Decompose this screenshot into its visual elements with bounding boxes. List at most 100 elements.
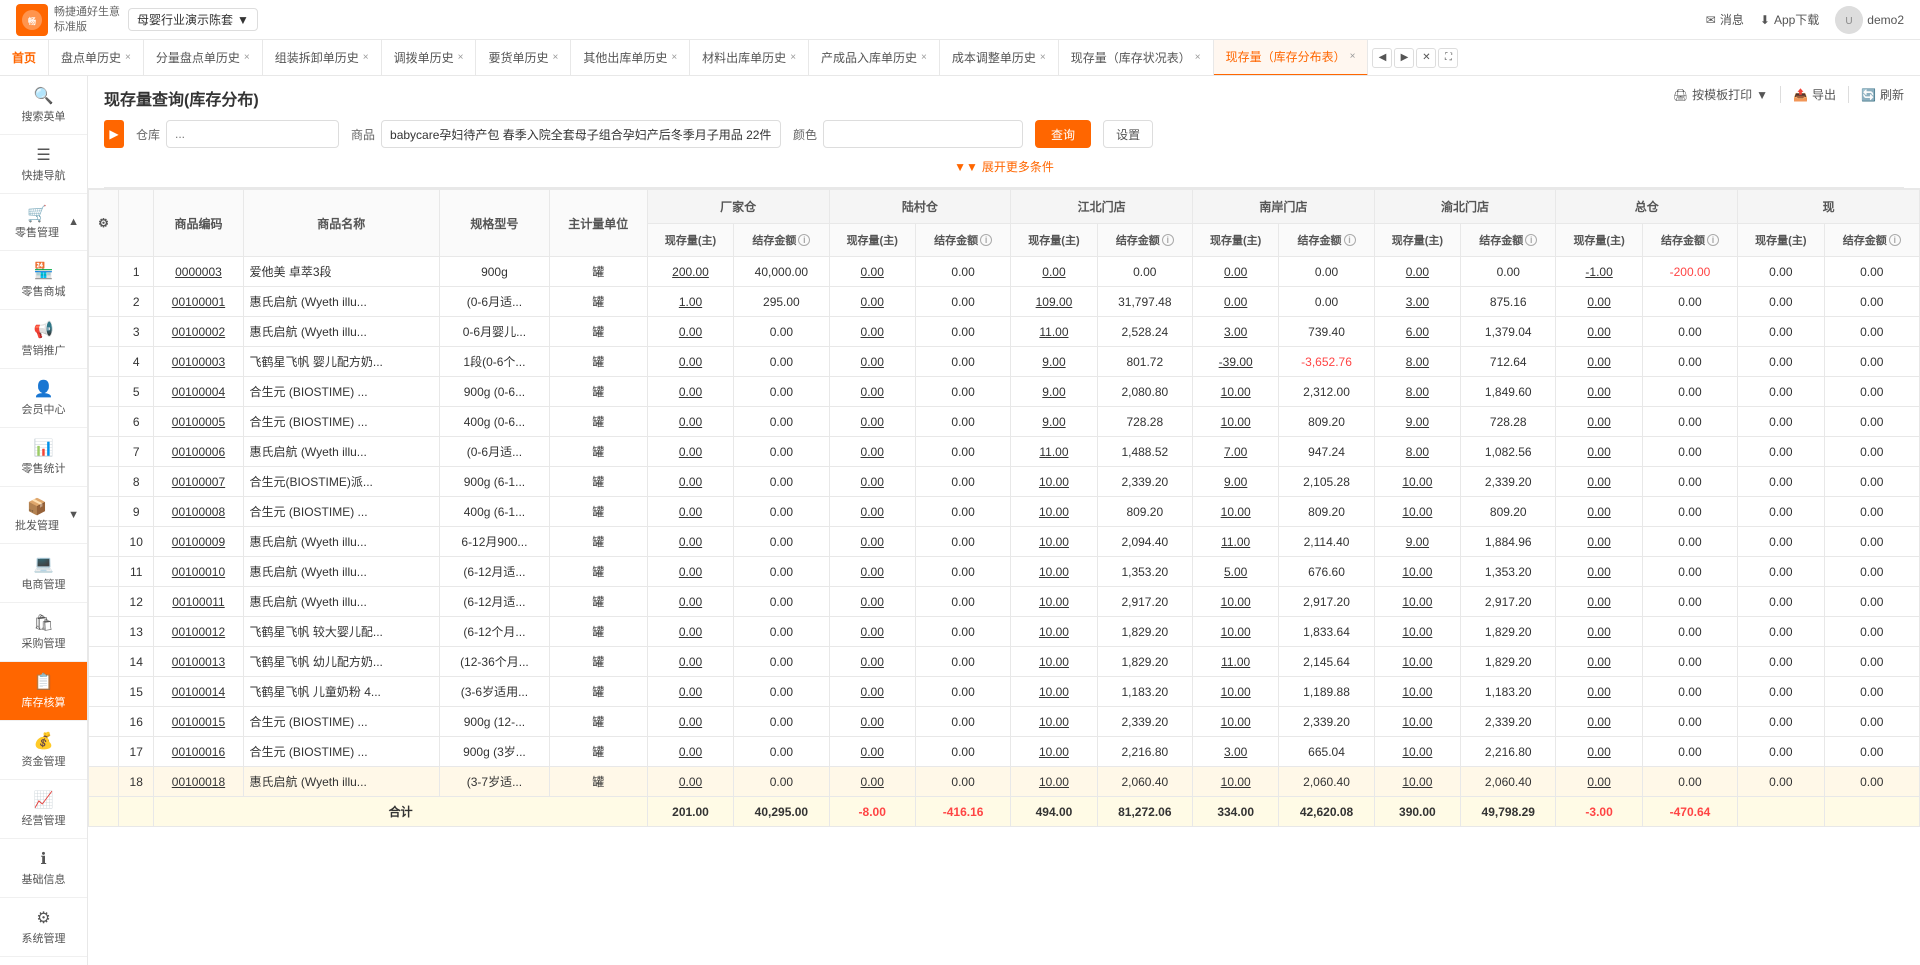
cell-total-qty[interactable]: 0.00 (1556, 737, 1642, 767)
cell-lu-qty[interactable]: 0.00 (829, 437, 915, 467)
cell-yubei-qty[interactable]: 8.00 (1374, 347, 1460, 377)
nav-close-all[interactable]: ✕ (1416, 48, 1436, 68)
cell-lu-qty[interactable]: 0.00 (829, 647, 915, 677)
sidebar-item-member[interactable]: 👤 会员中心 (0, 369, 87, 428)
cell-yubei-qty[interactable]: 10.00 (1374, 557, 1460, 587)
cell-factory-qty[interactable]: 0.00 (647, 437, 733, 467)
sidebar-item-search[interactable]: 🔍 搜索英单 (0, 76, 87, 135)
cell-yubei-qty[interactable]: 10.00 (1374, 707, 1460, 737)
cell-total-qty[interactable]: 0.00 (1556, 377, 1642, 407)
cell-lu-qty[interactable]: 0.00 (829, 347, 915, 377)
cell-lu-qty[interactable]: 0.00 (829, 707, 915, 737)
close-tab-finished-in[interactable]: × (921, 52, 927, 63)
close-tab-requisition[interactable]: × (552, 52, 558, 63)
tab-assembly[interactable]: 组装拆卸单历史 × (263, 40, 382, 76)
goods-input[interactable] (381, 120, 781, 148)
cell-total-qty[interactable]: 0.00 (1556, 317, 1642, 347)
cell-nanan-qty[interactable]: -39.00 (1192, 347, 1278, 377)
cell-total-qty[interactable]: 0.00 (1556, 497, 1642, 527)
tab-home[interactable]: 首页 (0, 40, 49, 76)
close-tab-score-check[interactable]: × (244, 52, 250, 63)
cell-jiangbei-qty[interactable]: 10.00 (1011, 707, 1097, 737)
sidebar-item-inventory[interactable]: 📋 库存核算 (0, 662, 87, 721)
cell-jiangbei-qty[interactable]: 10.00 (1011, 737, 1097, 767)
sidebar-item-operations[interactable]: 📈 经营管理 (0, 780, 87, 839)
cell-jiangbei-qty[interactable]: 10.00 (1011, 587, 1097, 617)
cell-yubei-qty[interactable]: 3.00 (1374, 287, 1460, 317)
tab-score-check[interactable]: 分量盘点单历史 × (144, 40, 263, 76)
tab-other-out[interactable]: 其他出库单历史 × (571, 40, 690, 76)
cell-lu-qty[interactable]: 0.00 (829, 377, 915, 407)
cell-code[interactable]: 00100015 (154, 707, 243, 737)
close-tab-other-out[interactable]: × (671, 52, 677, 63)
cell-total-qty[interactable]: 0.00 (1556, 467, 1642, 497)
cell-lu-qty[interactable]: 0.00 (829, 527, 915, 557)
cell-jiangbei-qty[interactable]: 109.00 (1011, 287, 1097, 317)
cell-total-qty[interactable]: 0.00 (1556, 767, 1642, 797)
close-tab-stock-status[interactable]: × (1195, 52, 1201, 63)
cell-code[interactable]: 00100004 (154, 377, 243, 407)
cell-lu-qty[interactable]: 0.00 (829, 497, 915, 527)
cell-nanan-qty[interactable]: 5.00 (1192, 557, 1278, 587)
cell-factory-qty[interactable]: 0.00 (647, 587, 733, 617)
sidebar-item-wholesale[interactable]: 📦 批发管理 ▼ (0, 487, 87, 544)
cell-code[interactable]: 00100010 (154, 557, 243, 587)
cell-yubei-qty[interactable]: 10.00 (1374, 497, 1460, 527)
cell-code[interactable]: 0000003 (154, 257, 243, 287)
settings-btn[interactable]: 设置 (1103, 120, 1153, 148)
cell-lu-qty[interactable]: 0.00 (829, 737, 915, 767)
cell-nanan-qty[interactable]: 10.00 (1192, 497, 1278, 527)
cell-factory-qty[interactable]: 0.00 (647, 647, 733, 677)
cell-factory-qty[interactable]: 0.00 (647, 617, 733, 647)
cell-jiangbei-qty[interactable]: 10.00 (1011, 467, 1097, 497)
cell-factory-qty[interactable]: 0.00 (647, 377, 733, 407)
close-tab-inventory-check[interactable]: × (125, 52, 131, 63)
cell-lu-qty[interactable]: 0.00 (829, 257, 915, 287)
cell-nanan-qty[interactable]: 10.00 (1192, 677, 1278, 707)
cell-jiangbei-qty[interactable]: 11.00 (1011, 317, 1097, 347)
cell-total-qty[interactable]: 0.00 (1556, 647, 1642, 677)
tab-requisition[interactable]: 要货单历史 × (476, 40, 571, 76)
cell-yubei-qty[interactable]: 10.00 (1374, 617, 1460, 647)
close-tab-stock-dist[interactable]: × (1350, 51, 1356, 62)
tab-cost-adjust[interactable]: 成本调整单历史 × (940, 40, 1059, 76)
cell-jiangbei-qty[interactable]: 10.00 (1011, 767, 1097, 797)
collapse-btn[interactable]: ▶ (104, 120, 124, 148)
cell-lu-qty[interactable]: 0.00 (829, 317, 915, 347)
cell-lu-qty[interactable]: 0.00 (829, 467, 915, 497)
tab-stock-dist[interactable]: 现存量（库存分布表） × (1214, 40, 1369, 76)
cell-factory-qty[interactable]: 0.00 (647, 677, 733, 707)
cell-lu-qty[interactable]: 0.00 (829, 587, 915, 617)
cell-factory-qty[interactable]: 0.00 (647, 467, 733, 497)
cell-jiangbei-qty[interactable]: 0.00 (1011, 257, 1097, 287)
cell-code[interactable]: 00100016 (154, 737, 243, 767)
cell-total-qty[interactable]: 0.00 (1556, 347, 1642, 377)
cell-code[interactable]: 00100002 (154, 317, 243, 347)
cell-jiangbei-qty[interactable]: 10.00 (1011, 617, 1097, 647)
close-tab-assembly[interactable]: × (363, 52, 369, 63)
cell-code[interactable]: 00100003 (154, 347, 243, 377)
cell-yubei-qty[interactable]: 6.00 (1374, 317, 1460, 347)
cell-total-qty[interactable]: 0.00 (1556, 587, 1642, 617)
close-tab-material-out[interactable]: × (790, 52, 796, 63)
sidebar-item-finance[interactable]: 💰 资金管理 (0, 721, 87, 780)
cell-yubei-qty[interactable]: 10.00 (1374, 767, 1460, 797)
cell-nanan-qty[interactable]: 11.00 (1192, 647, 1278, 677)
cell-code[interactable]: 00100012 (154, 617, 243, 647)
cell-yubei-qty[interactable]: 0.00 (1374, 257, 1460, 287)
cell-total-qty[interactable]: 0.00 (1556, 437, 1642, 467)
industry-select[interactable]: 母婴行业演示陈套 ▼ (128, 8, 258, 31)
cell-code[interactable]: 00100001 (154, 287, 243, 317)
nav-expand[interactable]: ⛶ (1438, 48, 1458, 68)
cell-nanan-qty[interactable]: 9.00 (1192, 467, 1278, 497)
cell-jiangbei-qty[interactable]: 11.00 (1011, 437, 1097, 467)
cell-jiangbei-qty[interactable]: 9.00 (1011, 347, 1097, 377)
cell-code[interactable]: 00100013 (154, 647, 243, 677)
cell-yubei-qty[interactable]: 8.00 (1374, 437, 1460, 467)
cell-jiangbei-qty[interactable]: 10.00 (1011, 527, 1097, 557)
cell-nanan-qty[interactable]: 7.00 (1192, 437, 1278, 467)
cell-yubei-qty[interactable]: 10.00 (1374, 587, 1460, 617)
sidebar-item-mall[interactable]: 🏪 零售商城 (0, 251, 87, 310)
cell-factory-qty[interactable]: 200.00 (647, 257, 733, 287)
sidebar-item-system[interactable]: ⚙ 系统管理 (0, 898, 87, 957)
